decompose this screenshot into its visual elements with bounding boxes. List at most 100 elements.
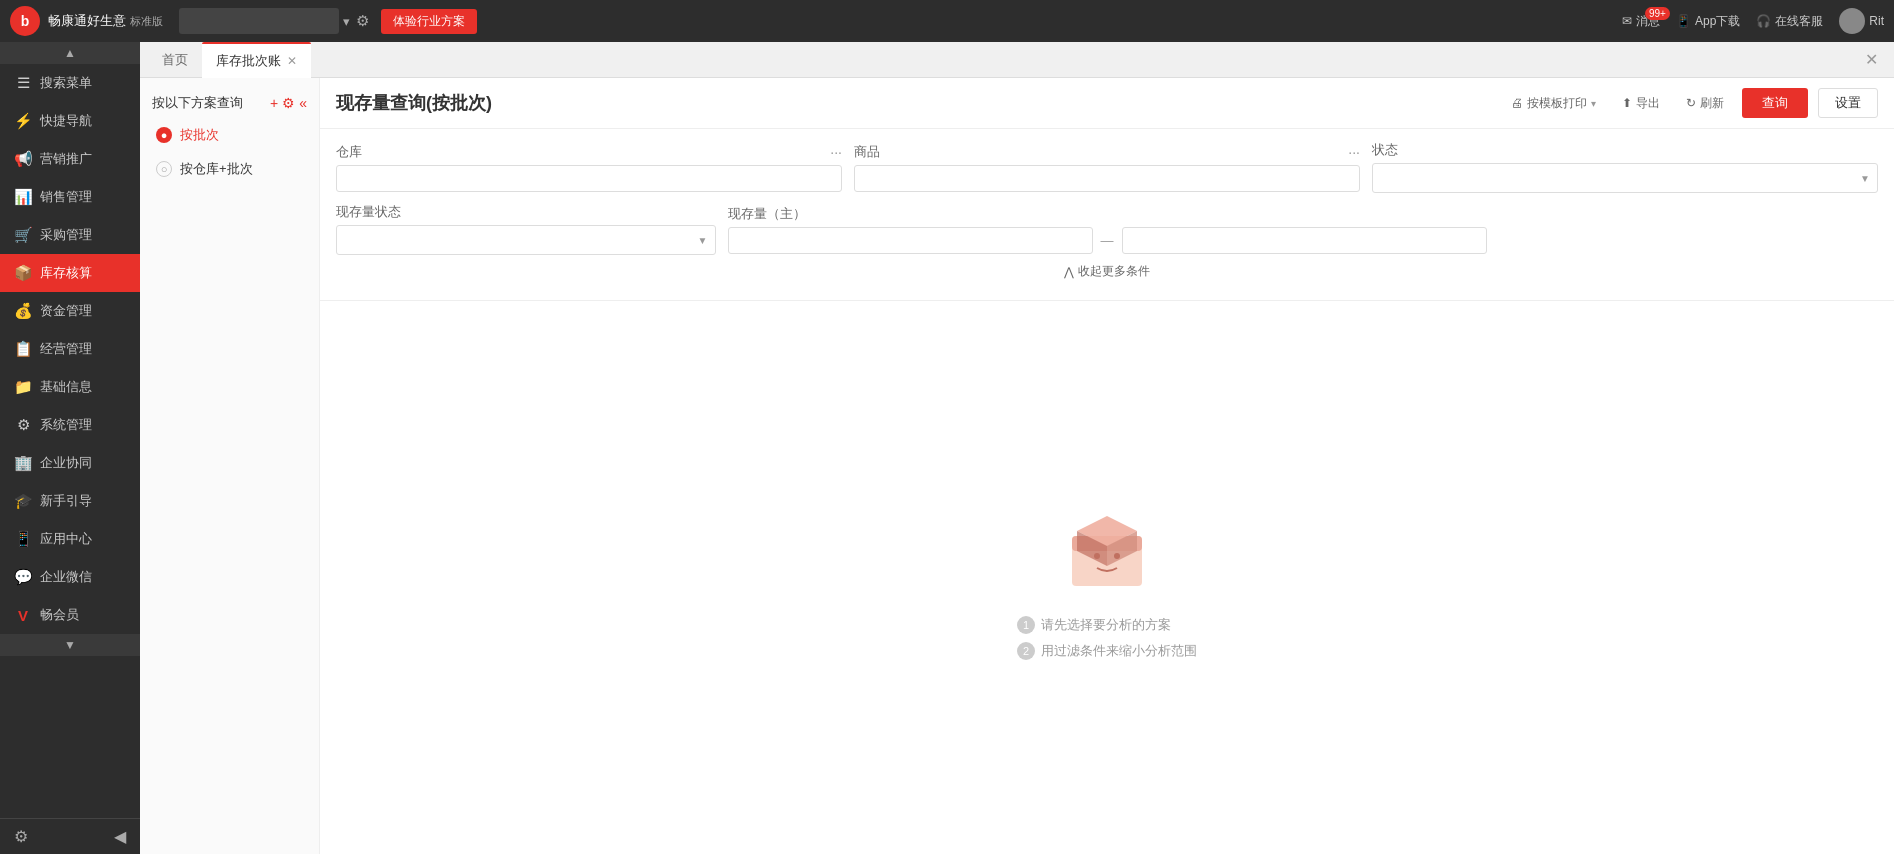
sidebar-item-label: 经营管理 <box>40 340 92 358</box>
tip-2-text: 用过滤条件来缩小分析范围 <box>1041 642 1197 660</box>
guide-icon: 🎓 <box>14 492 32 510</box>
topbar: b 畅康通好生意 标准版 ▾ ⚙ 体验行业方案 ✉ 消息 99+ 📱 App下载… <box>0 0 1894 42</box>
scheme-label: 按批次 <box>180 126 219 144</box>
sidebar-item-guide[interactable]: 🎓 新手引导 <box>0 482 140 520</box>
inventory-status-filter: 现存量状态 <box>336 203 716 255</box>
status-label: 状态 <box>1372 141 1398 159</box>
inventory-main-from[interactable] <box>728 227 1093 254</box>
range-dash: — <box>1101 233 1114 248</box>
sidebar-item-purchase[interactable]: 🛒 采购管理 <box>0 216 140 254</box>
scheme-item-by-warehouse-batch[interactable]: ○ 按仓库+批次 <box>140 152 319 186</box>
operations-icon: 📋 <box>14 340 32 358</box>
print-chevron-icon: ▾ <box>1591 98 1596 109</box>
sidebar-scroll-down[interactable]: ▼ <box>0 634 140 656</box>
tab-close-icon[interactable]: ✕ <box>287 54 297 68</box>
page-header-actions: 🖨 按模板打印 ▾ ⬆ 导出 ↻ 刷新 查询 设置 <box>1503 88 1878 118</box>
inventory-main-label: 现存量（主） <box>728 205 806 223</box>
inventory-main-to[interactable] <box>1122 227 1487 254</box>
warehouse-options-icon[interactable]: ··· <box>830 144 842 160</box>
status-select[interactable] <box>1372 163 1878 193</box>
finance-icon: 💰 <box>14 302 32 320</box>
sidebar-item-label: 企业微信 <box>40 568 92 586</box>
product-options-icon[interactable]: ··· <box>1348 144 1360 160</box>
sidebar: ▲ ☰ 搜索菜单 ⚡ 快捷导航 📢 营销推广 📊 销售管理 🛒 采购管理 📦 库… <box>0 42 140 854</box>
settings-icon[interactable]: ⚙ <box>356 12 369 30</box>
inventory-icon: 📦 <box>14 264 32 282</box>
warehouse-input[interactable] <box>336 165 842 192</box>
page-content: 按以下方案查询 + ⚙ « ● 按批次 ○ 按仓库+批次 <box>140 78 1894 854</box>
sidebar-item-sales[interactable]: 📊 销售管理 <box>0 178 140 216</box>
filter-area: 仓库 ··· 商品 ··· <box>320 129 1894 301</box>
sidebar-item-marketing[interactable]: 📢 营销推广 <box>0 140 140 178</box>
empty-tip-2: 2 用过滤条件来缩小分析范围 <box>1017 642 1197 660</box>
sidebar-item-basic[interactable]: 📁 基础信息 <box>0 368 140 406</box>
settings-button[interactable]: 设置 <box>1818 88 1878 118</box>
tab-home[interactable]: 首页 <box>148 42 202 78</box>
trial-button[interactable]: 体验行业方案 <box>381 9 477 34</box>
inventory-main-filter: 现存量（主） — <box>728 205 1487 254</box>
sidebar-item-search-menu[interactable]: ☰ 搜索菜单 <box>0 64 140 102</box>
scheme-inactive-icon: ○ <box>156 161 172 177</box>
query-button[interactable]: 查询 <box>1742 88 1808 118</box>
sidebar-item-label: 搜索菜单 <box>40 74 92 92</box>
enterprise-icon: 🏢 <box>14 454 32 472</box>
sidebar-item-label: 资金管理 <box>40 302 92 320</box>
scheme-settings-icon[interactable]: ⚙ <box>282 95 295 111</box>
filter-row-1: 仓库 ··· 商品 ··· <box>336 141 1878 193</box>
global-close-icon[interactable]: ✕ <box>1857 46 1886 73</box>
tab-inventory-batch[interactable]: 库存批次账 ✕ <box>202 42 311 78</box>
inventory-status-select[interactable] <box>336 225 716 255</box>
app-center-icon: 📱 <box>14 530 32 548</box>
sidebar-item-label: 系统管理 <box>40 416 92 434</box>
sidebar-item-vip[interactable]: V 畅会员 <box>0 596 140 634</box>
filter-row-2: 现存量状态 现存量（主） <box>336 203 1878 255</box>
collapse-more-button[interactable]: ⋀ 收起更多条件 <box>336 255 1878 288</box>
sidebar-item-system[interactable]: ⚙ 系统管理 <box>0 406 140 444</box>
sidebar-item-quick-nav[interactable]: ⚡ 快捷导航 <box>0 102 140 140</box>
collapse-panel-icon[interactable]: « <box>299 95 307 111</box>
refresh-button[interactable]: ↻ 刷新 <box>1678 91 1732 116</box>
sidebar-scroll-up[interactable]: ▲ <box>0 42 140 64</box>
company-name: 畅康通好生意 <box>48 12 126 30</box>
sidebar-item-operations[interactable]: 📋 经营管理 <box>0 330 140 368</box>
warehouse-filter: 仓库 ··· <box>336 143 842 192</box>
scheme-item-by-batch[interactable]: ● 按批次 <box>140 118 319 152</box>
wechat-icon: 💬 <box>14 568 32 586</box>
sidebar-item-inventory[interactable]: 📦 库存核算 <box>0 254 140 292</box>
app-download-button[interactable]: 📱 App下载 <box>1676 13 1740 30</box>
sidebar-item-label: 畅会员 <box>40 606 79 624</box>
search-area[interactable] <box>179 8 339 34</box>
sidebar-collapse-icon[interactable]: ◀ <box>114 827 126 846</box>
sidebar-item-label: 营销推广 <box>40 150 92 168</box>
sidebar-item-label: 基础信息 <box>40 378 92 396</box>
sidebar-item-wechat[interactable]: 💬 企业微信 <box>0 558 140 596</box>
sidebar-item-app-center[interactable]: 📱 应用中心 <box>0 520 140 558</box>
right-panel: 现存量查询(按批次) 🖨 按模板打印 ▾ ⬆ 导出 ↻ <box>320 78 1894 854</box>
user-profile[interactable]: Rit <box>1839 8 1884 34</box>
inventory-main-range: — <box>728 227 1487 254</box>
quick-nav-icon: ⚡ <box>14 112 32 130</box>
sidebar-settings-icon[interactable]: ⚙ <box>14 827 28 846</box>
export-icon: ⬆ <box>1622 96 1632 110</box>
add-scheme-icon[interactable]: + <box>270 95 278 111</box>
product-input[interactable] <box>854 165 1360 192</box>
sidebar-item-label: 库存核算 <box>40 264 92 282</box>
sidebar-item-enterprise[interactable]: 🏢 企业协同 <box>0 444 140 482</box>
system-icon: ⚙ <box>14 416 32 434</box>
print-button[interactable]: 🖨 按模板打印 ▾ <box>1503 91 1604 116</box>
avatar <box>1839 8 1865 34</box>
export-button[interactable]: ⬆ 导出 <box>1614 91 1668 116</box>
sidebar-item-label: 销售管理 <box>40 188 92 206</box>
search-input[interactable] <box>187 14 331 28</box>
sidebar-item-label: 应用中心 <box>40 530 92 548</box>
vip-icon: V <box>14 606 32 624</box>
left-panel-header: 按以下方案查询 + ⚙ « <box>140 88 319 118</box>
messages-button[interactable]: ✉ 消息 99+ <box>1622 13 1660 30</box>
collapse-up-icon: ⋀ <box>1064 265 1074 279</box>
svg-point-6 <box>1114 553 1120 559</box>
message-icon: ✉ <box>1622 14 1632 28</box>
online-service-button[interactable]: 🎧 在线客服 <box>1756 13 1823 30</box>
sidebar-item-finance[interactable]: 💰 资金管理 <box>0 292 140 330</box>
warehouse-label: 仓库 <box>336 143 362 161</box>
search-chevron-icon[interactable]: ▾ <box>343 14 350 29</box>
